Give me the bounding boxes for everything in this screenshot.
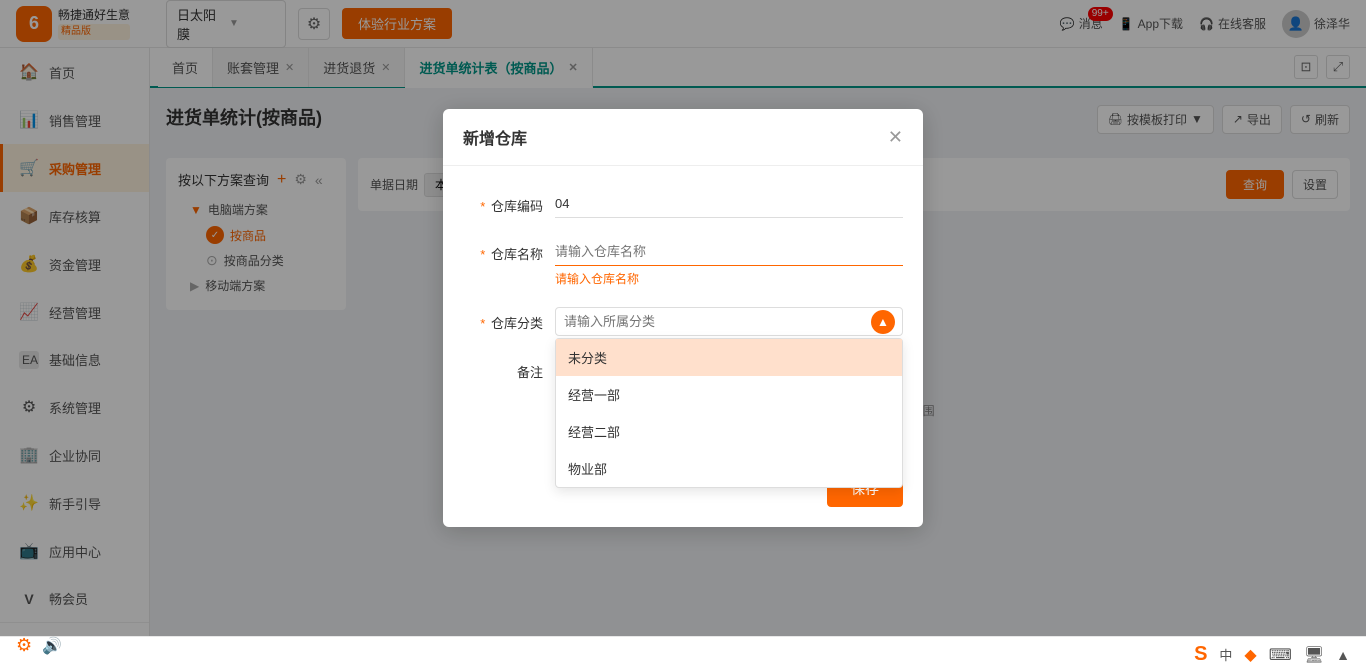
warehouse-code-input[interactable] — [555, 190, 903, 218]
form-row-category: * 仓库分类 ▲ 未分类 经营一部 经营二部 物业部 — [463, 307, 903, 336]
bottom-bar: S 中 ◆ ⌨ 🖥 ▲ — [0, 636, 1366, 672]
warehouse-name-input[interactable] — [555, 238, 903, 266]
chinese-input-icon[interactable]: 中 — [1219, 645, 1232, 664]
modal-close-button[interactable]: ✕ — [888, 128, 903, 146]
dropdown-item-uncategorized[interactable]: 未分类 — [556, 339, 902, 376]
dropdown-item-ops2[interactable]: 经营二部 — [556, 413, 902, 450]
modal-body: * 仓库编码 * 仓库名称 请输入仓库名称 — [443, 166, 923, 459]
category-dropdown-toggle[interactable]: ▲ — [871, 310, 895, 334]
keyboard-icon[interactable]: ⌨ — [1269, 645, 1292, 665]
new-warehouse-modal: 新增仓库 ✕ * 仓库编码 * 仓库名称 — [443, 109, 923, 527]
warehouse-category-input[interactable] — [555, 307, 903, 336]
settings-bottom-icon[interactable]: ⚙ — [16, 635, 32, 656]
form-row-name: * 仓库名称 请输入仓库名称 — [463, 238, 903, 287]
up-arrow-icon[interactable]: ▲ — [1336, 647, 1350, 663]
category-dropdown: 未分类 经营一部 经营二部 物业部 — [555, 338, 903, 488]
modal-overlay: 新增仓库 ✕ * 仓库编码 * 仓库名称 — [0, 0, 1366, 636]
volume-icon[interactable]: 🔊 — [42, 636, 62, 656]
sogou-icon[interactable]: S — [1194, 643, 1207, 666]
modal-header: 新增仓库 ✕ — [443, 109, 923, 166]
dropdown-item-ops1[interactable]: 经营一部 — [556, 376, 902, 413]
dropdown-item-property[interactable]: 物业部 — [556, 450, 902, 487]
monitor-icon[interactable]: 🖥 — [1304, 645, 1324, 665]
form-row-code: * 仓库编码 — [463, 190, 903, 218]
diamond-icon[interactable]: ◆ — [1244, 645, 1256, 665]
modal-title: 新增仓库 — [463, 125, 527, 149]
name-error-message: 请输入仓库名称 — [555, 270, 903, 287]
